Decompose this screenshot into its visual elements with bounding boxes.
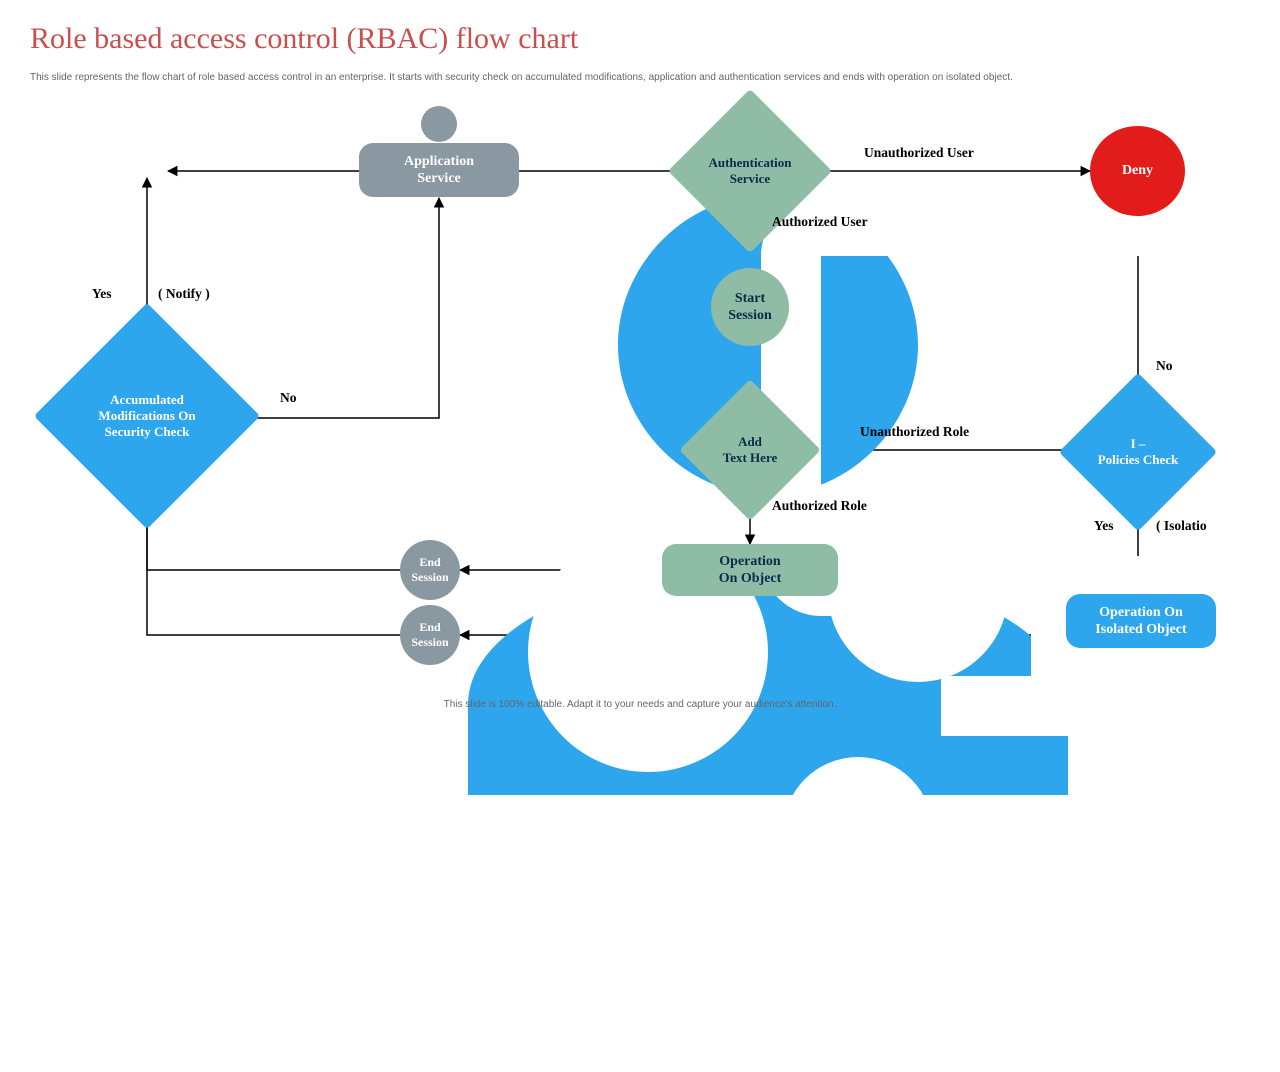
label-deny: Deny bbox=[1122, 162, 1153, 180]
edge-no-2: No bbox=[1156, 358, 1173, 374]
label-operation-object: OperationOn Object bbox=[719, 553, 782, 588]
user-icon bbox=[128, 135, 166, 173]
label-policies-check: I –Policies Check bbox=[1090, 436, 1187, 469]
label-end-session-1: EndSession bbox=[411, 555, 448, 585]
node-start-session: StartSession bbox=[711, 268, 789, 346]
edge-authorized-user: Authorized User bbox=[772, 214, 868, 230]
user-check-icon bbox=[732, 100, 768, 136]
node-end-session-1: EndSession bbox=[400, 540, 460, 600]
node-end-session-2: EndSession bbox=[400, 605, 460, 665]
edge-notify: ( Notify ) bbox=[158, 286, 210, 302]
label-start-session: StartSession bbox=[728, 290, 772, 325]
node-deny: Deny bbox=[1090, 126, 1185, 216]
edge-authorized-role: Authorized Role bbox=[772, 498, 867, 514]
edge-yes-2: Yes bbox=[1094, 518, 1114, 534]
edge-unauthorized-role: Unauthorized Role bbox=[860, 424, 969, 440]
node-policies-check: I –Policies Check bbox=[1082, 396, 1194, 508]
node-operation-object: OperationOn Object bbox=[662, 544, 838, 596]
footnote: This slide is 100% editable. Adapt it to… bbox=[0, 699, 1280, 710]
label-operation-isolated: Operation OnIsolated Object bbox=[1095, 604, 1186, 639]
edge-no-1: No bbox=[280, 390, 297, 406]
gear-icon bbox=[128, 352, 164, 388]
label-end-session-2: EndSession bbox=[411, 620, 448, 650]
monitor-icon bbox=[421, 106, 457, 142]
edge-unauthorized-user: Unauthorized User bbox=[864, 145, 974, 161]
node-operation-isolated: Operation OnIsolated Object bbox=[1066, 594, 1216, 648]
edge-yes-1: Yes bbox=[92, 286, 112, 302]
edge-isolation: ( Isolatio bbox=[1156, 518, 1207, 534]
